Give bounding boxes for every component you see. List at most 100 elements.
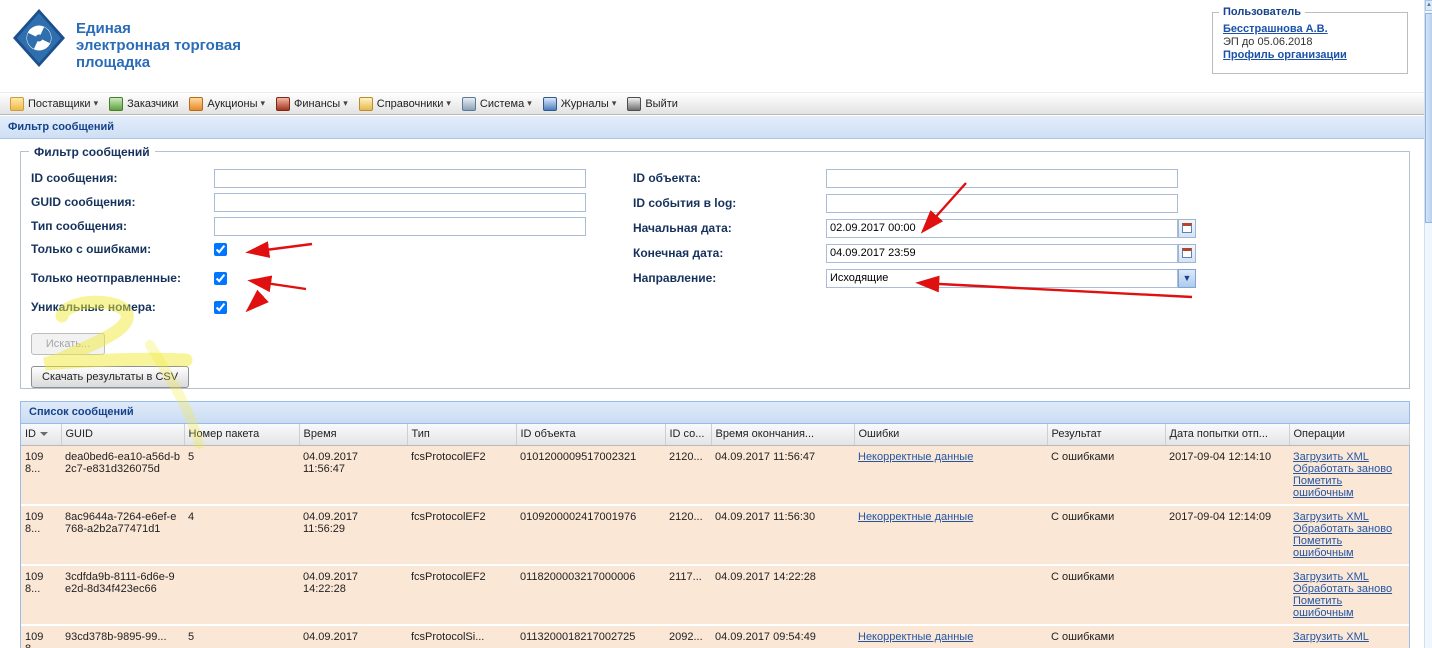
errors-only-label: Только с ошибками: [31,242,152,256]
menu-item-customers[interactable]: Заказчики [105,95,185,113]
menu-item-finance[interactable]: Финансы ▾ [272,95,355,113]
cell-packet-number: 5 [184,445,299,506]
message-guid-input[interactable] [214,192,586,212]
end-date-calendar-button[interactable] [1178,243,1196,263]
cell-errors: Некорректные данные [854,445,1047,506]
cell-id: 1098... [21,445,61,506]
message-type-label: Тип сообщения: [31,219,127,233]
error-details-link[interactable]: Некорректные данные [858,451,973,463]
sort-arrow-icon [40,432,48,437]
column-header-12[interactable]: Операции [1289,424,1410,446]
menu-bar: Поставщики ▾ Заказчики Аукционы ▾ Финансы ▾ Спр… [0,92,1432,115]
errors-only-checkbox[interactable] [214,242,227,256]
operation-link[interactable]: Загрузить XML [1293,571,1405,583]
column-header-3[interactable]: Номер пакета [184,424,300,446]
user-name-link[interactable]: Бесстрашнова А.В. [1223,23,1397,35]
cell-guid: 8ac9644a-7264-e6ef-e768-a2b2a77471d1 [61,505,184,566]
chevron-down-icon: ▾ [527,98,532,108]
column-header-8[interactable]: Время окончания... [711,424,855,446]
cell-errors: Некорректные данные [854,625,1047,648]
menu-item-label: Выйти [645,97,678,110]
results-title: Список сообщений [21,402,1409,424]
certificate-expiry: ЭП до 05.06.2018 [1223,36,1313,48]
log-event-id-label: ID события в log: [633,196,737,210]
user-panel-title: Пользователь [1219,6,1306,18]
message-guid-label: GUID сообщения: [31,195,136,209]
cell-packet-number: 4 [184,505,299,566]
table-row: 1098... dea0bed6-ea10-a56d-b2c7-e831d3260… [21,445,1409,506]
cell-guid: 3cdfda9b-8111-6d6e-9e2d-8d34f423ec66 [61,565,184,626]
column-header-5[interactable]: Тип [407,424,517,446]
org-profile-link[interactable]: Профиль организации [1223,49,1397,61]
cell-packet-number: 5 [184,625,299,648]
menu-item-label: Система [479,97,525,110]
operation-link[interactable]: Обработать заново [1293,523,1405,535]
direction-select[interactable] [826,268,1178,288]
chevron-down-icon: ▾ [343,98,348,108]
object-id-input[interactable] [826,168,1178,188]
direction-dropdown-trigger[interactable]: ▼ [1178,268,1196,288]
cell-result: С ошибками [1047,625,1165,648]
cell-retry-date: 2017-09-04 12:14:10 [1165,445,1289,506]
column-header-9[interactable]: Ошибки [854,424,1048,446]
chevron-down-icon: ▾ [611,98,617,108]
cell-object-id: 0113200018217002725 [516,625,665,648]
operation-link[interactable]: Обработать заново [1293,463,1405,475]
menu-item-auctions[interactable]: Аукционы ▾ [185,95,272,113]
cell-time: 04.09.2017 11:56:29 [299,505,407,566]
menu-item-label: Заказчики [127,97,179,110]
error-details-link[interactable]: Некорректные данные [858,511,973,523]
column-header-10[interactable]: Результат [1047,424,1166,446]
object-id-label: ID объекта: [633,171,701,185]
message-type-input[interactable] [214,216,586,236]
operation-link[interactable]: Загрузить XML [1293,451,1405,463]
cell-time: 04.09.2017 14:22:28 [299,565,407,626]
unsent-only-checkbox[interactable] [214,271,227,285]
column-header-11[interactable]: Дата попытки отп... [1165,424,1290,446]
column-header-1[interactable]: ID [21,424,62,446]
start-date-label: Начальная дата: [633,221,732,235]
operation-link[interactable]: Загрузить XML [1293,511,1405,523]
menu-item-suppliers[interactable]: Поставщики ▾ [6,95,105,113]
table-row: 1098... 8ac9644a-7264-e6ef-e768-a2b2a7747… [21,505,1409,566]
chevron-down-icon: ▾ [260,98,266,108]
menu-item-label: Финансы [294,97,341,110]
end-date-input[interactable] [826,243,1178,263]
menu-item-directories[interactable]: Справочники ▾ [355,95,458,113]
vertical-scrollbar[interactable]: ▲ [1424,0,1432,648]
start-date-input[interactable] [826,218,1178,238]
search-button[interactable]: Искать... [31,333,105,355]
operation-link[interactable]: Пометить ошибочным [1293,595,1405,619]
menu-item-exit[interactable]: Выйти [623,95,685,113]
menu-item-label: Аукционы [207,97,258,110]
cell-end-time: 04.09.2017 11:56:30 [711,505,854,566]
scroll-up-arrow-icon[interactable]: ▲ [1425,0,1432,11]
error-details-link[interactable]: Некорректные данные [858,631,973,643]
menu-item-system[interactable]: Система ▾ [458,95,539,113]
main-content: Фильтр сообщений ID сообщения: GUID сооб… [0,139,1424,648]
column-header-6[interactable]: ID объекта [516,424,666,446]
scrollbar-thumb[interactable] [1425,13,1432,223]
download-csv-button[interactable]: Скачать результаты в CSV [31,366,190,388]
cell-guid: 93cd378b-9895-99... [61,625,184,648]
cell-id: 1098... [21,625,61,648]
operation-link[interactable]: Пометить ошибочным [1293,535,1405,559]
column-header-7[interactable]: ID со... [665,424,712,446]
cell-end-time: 04.09.2017 14:22:28 [711,565,854,626]
log-event-id-input[interactable] [826,193,1178,213]
exit-icon [627,96,642,111]
chevron-down-icon: ▾ [446,98,451,108]
directories-icon [358,96,373,111]
column-header-2[interactable]: GUID [61,424,185,446]
unique-numbers-checkbox[interactable] [214,300,227,314]
message-id-input[interactable] [214,168,586,188]
menu-item-journals[interactable]: Журналы ▾ [539,95,624,113]
operation-link[interactable]: Загрузить XML [1293,631,1405,643]
filter-legend: Фильтр сообщений [29,145,155,159]
cell-event-id: 2092... [665,625,711,648]
operation-link[interactable]: Пометить ошибочным [1293,475,1405,499]
start-date-calendar-button[interactable] [1178,218,1196,238]
column-header-4[interactable]: Время [299,424,408,446]
operation-link[interactable]: Обработать заново [1293,583,1405,595]
table-row: 1098... 3cdfda9b-8111-6d6e-9e2d-8d34f423e… [21,565,1409,626]
